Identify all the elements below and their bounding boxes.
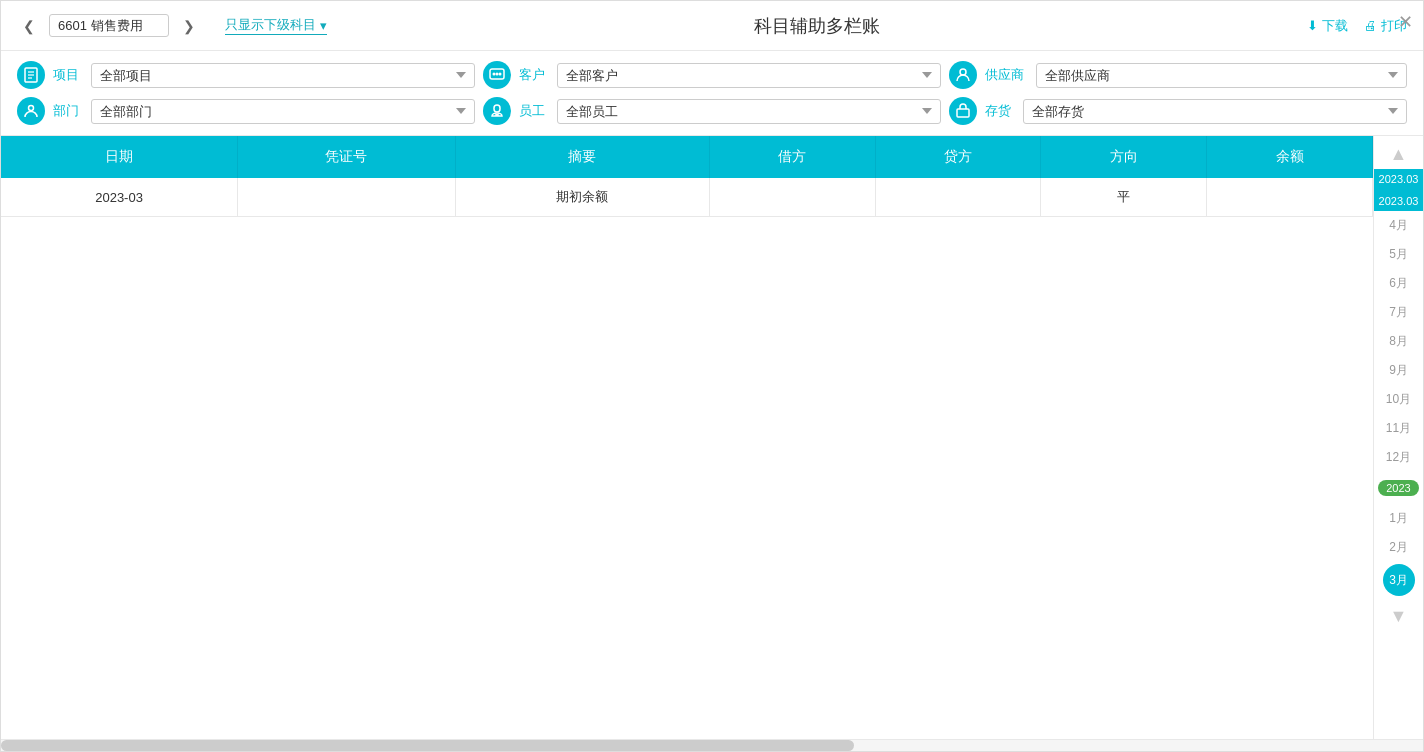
timeline-month-4[interactable]: 4月 (1374, 211, 1423, 240)
timeline-month-3-active[interactable]: 3月 (1383, 564, 1415, 596)
project-icon (17, 61, 45, 89)
col-date: 日期 (1, 136, 238, 178)
print-icon: 🖨 (1364, 18, 1377, 33)
project-select[interactable]: 全部项目 (91, 63, 475, 88)
filter-area: 项目 全部项目 客户 全部客户 供应商 全部供应商 (1, 51, 1423, 136)
col-direction: 方向 (1041, 136, 1207, 178)
customer-filter-item: 客户 全部客户 (483, 61, 941, 89)
timeline-month-8[interactable]: 8月 (1374, 327, 1423, 356)
col-debit: 借方 (709, 136, 875, 178)
cell-debit (709, 178, 875, 217)
timeline-month-1[interactable]: 1月 (1374, 504, 1423, 533)
inventory-icon (949, 97, 977, 125)
col-voucher: 凭证号 (238, 136, 455, 178)
svg-point-9 (29, 106, 34, 111)
timeline-nav-up[interactable]: ▲ (1386, 140, 1412, 169)
department-icon (17, 97, 45, 125)
timeline: ▲ 2023.03 2023.03 4月 5月 6月 7月 8月 9月 10月 … (1373, 136, 1423, 739)
table-row: 2023-03 期初余额 平 (1, 178, 1373, 217)
inventory-filter-item: 存货 全部存货 (949, 97, 1407, 125)
ledger-table: 日期 凭证号 摘要 借方 贷方 方向 余额 2023-03 期初余额 (1, 136, 1373, 217)
svg-rect-11 (495, 114, 499, 116)
horizontal-scrollbar[interactable] (1, 739, 1423, 751)
supplier-label: 供应商 (985, 66, 1024, 84)
cell-summary: 期初余额 (455, 178, 709, 217)
main-window: ✕ ❮ ❯ 只显示下级科目 ▾ 科目辅助多栏账 ⬇ 下载 🖨 打印 (0, 0, 1424, 752)
supplier-select[interactable]: 全部供应商 (1036, 63, 1407, 88)
title-bar: ❮ ❯ 只显示下级科目 ▾ 科目辅助多栏账 ⬇ 下载 🖨 打印 (1, 1, 1423, 51)
col-credit: 贷方 (875, 136, 1041, 178)
svg-rect-12 (957, 109, 969, 117)
scrollbar-thumb[interactable] (1, 740, 854, 751)
employee-filter-item: 员工 全部员工 (483, 97, 941, 125)
download-icon: ⬇ (1307, 18, 1318, 33)
customer-icon (483, 61, 511, 89)
table-header-row: 日期 凭证号 摘要 借方 贷方 方向 余额 (1, 136, 1373, 178)
account-code-input[interactable] (49, 14, 169, 37)
page-title: 科目辅助多栏账 (327, 14, 1307, 38)
cell-date: 2023-03 (1, 178, 238, 217)
project-label: 项目 (53, 66, 79, 84)
inventory-label: 存货 (985, 102, 1011, 120)
show-sub-label[interactable]: 只显示下级科目 ▾ (225, 16, 327, 35)
col-summary: 摘要 (455, 136, 709, 178)
employee-label: 员工 (519, 102, 545, 120)
prev-account-button[interactable]: ❮ (17, 16, 41, 36)
timeline-month-9[interactable]: 9月 (1374, 356, 1423, 385)
timeline-month-12[interactable]: 12月 (1374, 443, 1423, 472)
year-badge-2023[interactable]: 2023 (1378, 480, 1418, 496)
timeline-month-2[interactable]: 2月 (1374, 533, 1423, 562)
timeline-nav-down[interactable]: ▼ (1386, 602, 1412, 631)
timeline-month-6[interactable]: 6月 (1374, 269, 1423, 298)
cell-direction: 平 (1041, 178, 1207, 217)
svg-point-5 (493, 73, 496, 76)
department-select[interactable]: 全部部门 (91, 99, 475, 124)
timeline-section-2[interactable]: 2023.03 (1374, 191, 1423, 211)
title-bar-left: ❮ ❯ 只显示下级科目 ▾ (17, 14, 327, 37)
download-label: 下载 (1322, 17, 1348, 35)
department-label: 部门 (53, 102, 79, 120)
cell-balance (1207, 178, 1373, 217)
inventory-select[interactable]: 全部存货 (1023, 99, 1407, 124)
supplier-icon (949, 61, 977, 89)
timeline-month-5[interactable]: 5月 (1374, 240, 1423, 269)
department-filter-item: 部门 全部部门 (17, 97, 475, 125)
table-container: 日期 凭证号 摘要 借方 贷方 方向 余额 2023-03 期初余额 (1, 136, 1423, 739)
table-main[interactable]: 日期 凭证号 摘要 借方 贷方 方向 余额 2023-03 期初余额 (1, 136, 1373, 739)
employee-select[interactable]: 全部员工 (557, 99, 941, 124)
customer-select[interactable]: 全部客户 (557, 63, 941, 88)
title-bar-right: ⬇ 下载 🖨 打印 (1307, 17, 1407, 35)
next-account-button[interactable]: ❯ (177, 16, 201, 36)
timeline-month-10[interactable]: 10月 (1374, 385, 1423, 414)
customer-label: 客户 (519, 66, 545, 84)
col-balance: 余额 (1207, 136, 1373, 178)
supplier-filter-item: 供应商 全部供应商 (949, 61, 1407, 89)
svg-point-6 (496, 73, 499, 76)
timeline-month-11[interactable]: 11月 (1374, 414, 1423, 443)
timeline-section-1[interactable]: 2023.03 (1374, 169, 1423, 189)
download-button[interactable]: ⬇ 下载 (1307, 17, 1348, 35)
svg-point-7 (499, 73, 502, 76)
close-button[interactable]: ✕ (1398, 11, 1413, 33)
cell-credit (875, 178, 1041, 217)
project-filter-item: 项目 全部项目 (17, 61, 475, 89)
employee-icon (483, 97, 511, 125)
cell-voucher (238, 178, 455, 217)
timeline-month-7[interactable]: 7月 (1374, 298, 1423, 327)
svg-rect-10 (494, 105, 500, 112)
svg-point-8 (960, 69, 966, 75)
